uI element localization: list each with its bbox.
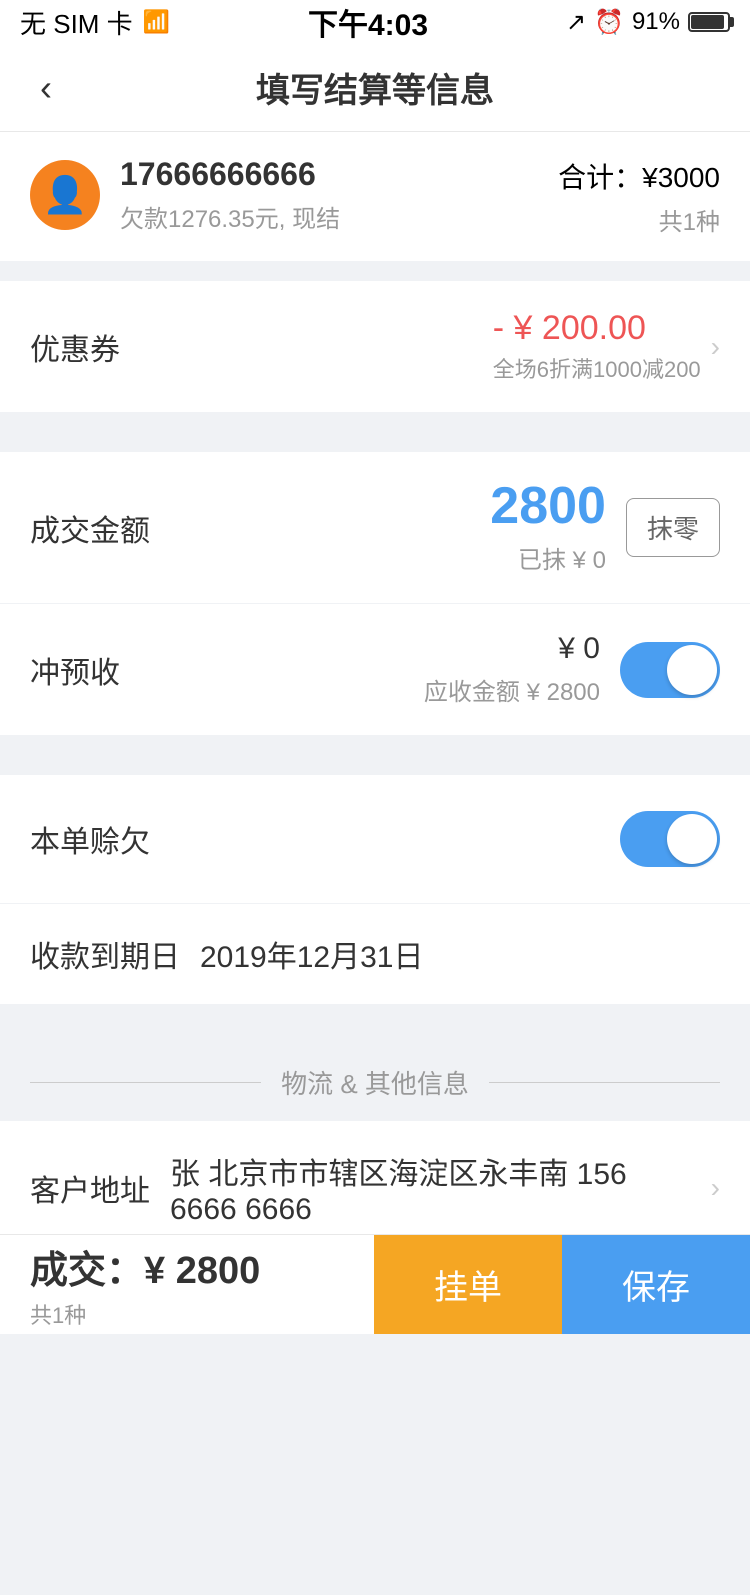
customer-section: 👤 17666666666 欠款1276.35元, 现结 合计：¥3000 共1…	[0, 132, 750, 261]
duedate-label: 收款到期日	[30, 932, 180, 976]
logistics-line-left	[30, 1082, 261, 1083]
battery-icon	[688, 12, 730, 32]
precharge-toggle[interactable]	[620, 642, 720, 698]
divider-2	[0, 755, 750, 775]
logistics-line-right	[489, 1082, 720, 1083]
wifi-icon: 📶	[143, 9, 170, 35]
amount-value: 2800	[490, 480, 606, 532]
location-icon: ↗	[566, 8, 586, 37]
duedate-row: 收款到期日 2019年12月31日	[0, 903, 750, 1004]
logistics-text: 物流 & 其他信息	[281, 1064, 469, 1101]
total-label-value: 合计：¥3000	[558, 156, 720, 196]
total-count: 共1种	[558, 202, 720, 237]
save-button[interactable]: 保存	[562, 1235, 750, 1334]
coupon-section[interactable]: 优惠券 - ¥ 200.00 全场6折满1000减200 ›	[0, 281, 750, 412]
transaction-right: 2800 已抹 ¥ 0 抹零	[490, 480, 720, 575]
total-value: ¥3000	[642, 162, 720, 193]
coupon-right: - ¥ 200.00 全场6折满1000减200 ›	[493, 309, 720, 384]
round-button[interactable]: 抹零	[626, 498, 720, 557]
coupon-value: - ¥ 200.00	[493, 309, 701, 348]
customer-info: 17666666666 欠款1276.35元, 现结	[120, 156, 340, 234]
bottom-count: 共1种	[30, 1298, 344, 1330]
nav-bar: ‹ 填写结算等信息	[0, 44, 750, 132]
transaction-section: 成交金额 2800 已抹 ¥ 0 抹零 冲预收 ¥ 0 应收金额 ¥ 2800	[0, 452, 750, 735]
bottom-deal-label: 成交：	[30, 1250, 144, 1292]
status-left: 无 SIM 卡 📶	[20, 4, 170, 41]
carrier-text: 无 SIM 卡	[20, 4, 133, 41]
duedate-value: 2019年12月31日	[200, 932, 423, 976]
transaction-label: 成交金额	[30, 506, 150, 550]
precharge-label: 冲预收	[30, 648, 120, 692]
bottom-bar: 成交：¥ 2800 共1种 挂单 保存	[0, 1234, 750, 1334]
logistics-divider: 物流 & 其他信息	[0, 1044, 750, 1121]
bottom-deal: 成交：¥ 2800	[30, 1239, 344, 1294]
overdue-section: 本单赊欠 收款到期日 2019年12月31日	[0, 775, 750, 1004]
divider-1	[0, 432, 750, 452]
chevron-right-icon: ›	[711, 331, 720, 363]
address-label: 客户地址	[30, 1166, 150, 1210]
nav-title: 填写结算等信息	[256, 63, 494, 112]
alarm-icon: ⏰	[594, 8, 624, 37]
precharge-right: ¥ 0 应收金额 ¥ 2800	[424, 632, 720, 707]
status-bar: 无 SIM 卡 📶 下午4:03 ↗ ⏰ 91%	[0, 0, 750, 44]
bottom-summary: 成交：¥ 2800 共1种	[0, 1235, 374, 1334]
divider-3	[0, 1024, 750, 1044]
overdue-toggle[interactable]	[620, 811, 720, 867]
overdue-row: 本单赊欠	[0, 775, 750, 903]
customer-right: 合计：¥3000 共1种	[558, 156, 720, 237]
time-display: 下午4:03	[308, 0, 428, 44]
bottom-deal-value: ¥ 2800	[144, 1250, 260, 1292]
status-right: ↗ ⏰ 91%	[566, 8, 730, 37]
address-value: 张 北京市市辖区海淀区永丰南 156 6666 6666	[150, 1149, 711, 1227]
customer-debt: 欠款1276.35元, 现结	[120, 199, 340, 234]
customer-left: 👤 17666666666 欠款1276.35元, 现结	[30, 156, 340, 234]
amount-sub: 已抹 ¥ 0	[490, 540, 606, 575]
address-chevron-icon: ›	[711, 1172, 720, 1204]
overdue-toggle-knob	[667, 814, 717, 864]
precharge-sub: 应收金额 ¥ 2800	[424, 672, 600, 707]
precharge-amounts: ¥ 0 应收金额 ¥ 2800	[424, 632, 600, 707]
bottom-padding	[0, 1495, 750, 1595]
precharge-value: ¥ 0	[424, 632, 600, 666]
coupon-label: 优惠券	[30, 325, 120, 369]
hang-button[interactable]: 挂单	[374, 1235, 562, 1334]
customer-phone: 17666666666	[120, 156, 340, 193]
back-button[interactable]: ‹	[30, 57, 62, 119]
overdue-label: 本单赊欠	[30, 817, 150, 861]
precharge-row: 冲预收 ¥ 0 应收金额 ¥ 2800	[0, 604, 750, 735]
avatar: 👤	[30, 160, 100, 230]
total-label: 合计：	[558, 162, 642, 193]
transaction-row: 成交金额 2800 已抹 ¥ 0 抹零	[0, 452, 750, 604]
coupon-desc: 全场6折满1000减200	[493, 352, 701, 384]
battery-percent: 91%	[632, 8, 680, 36]
toggle-knob	[667, 645, 717, 695]
amount-col: 2800 已抹 ¥ 0	[490, 480, 606, 575]
